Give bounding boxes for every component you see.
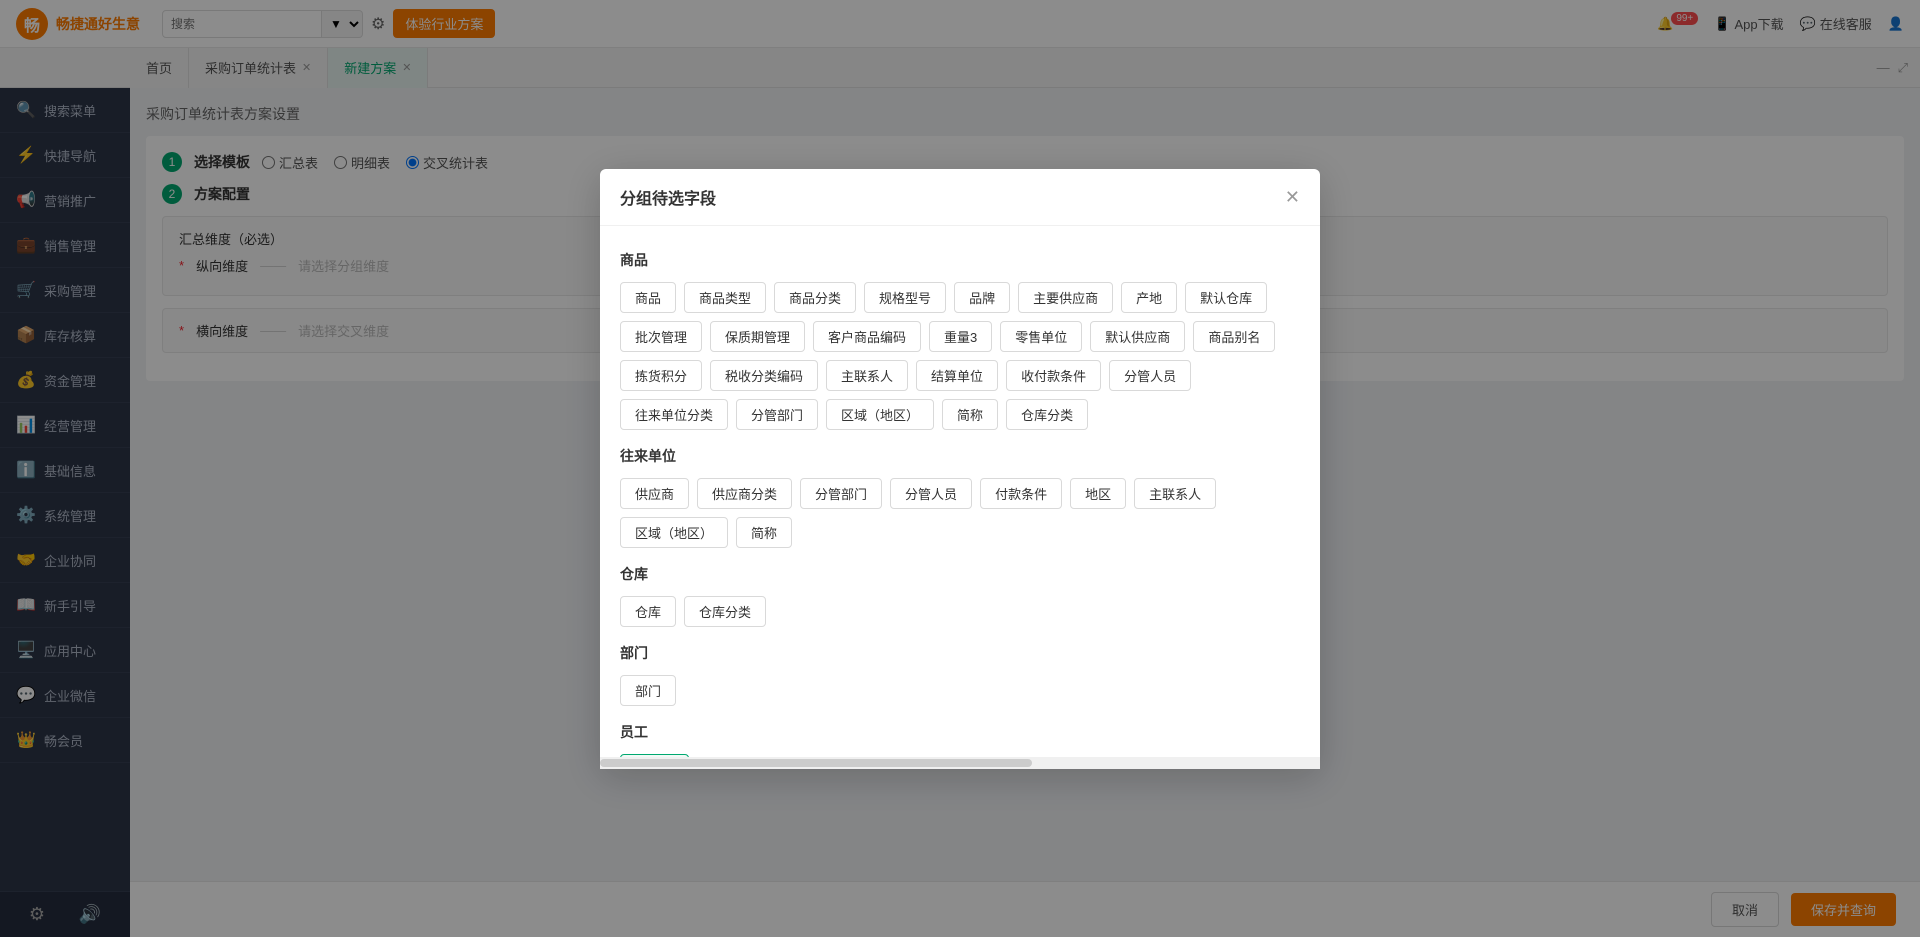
field-tag-short-cp[interactable]: 简称 [736, 517, 792, 548]
field-tag-region-cp[interactable]: 区域（地区） [620, 517, 728, 548]
field-tag-goods-type[interactable]: 商品类型 [684, 282, 766, 313]
field-tag-weight[interactable]: 重量3 [929, 321, 992, 352]
modal-title: 分组待选字段 [620, 185, 716, 209]
field-tag-main-contact2[interactable]: 主联系人 [1134, 478, 1216, 509]
section-title-department: 部门 [620, 643, 1300, 663]
field-tag-counterpart-category[interactable]: 往来单位分类 [620, 399, 728, 430]
modal-hscroll-thumb [600, 759, 1032, 767]
section-title-warehouse: 仓库 [620, 564, 1300, 584]
field-tag-pick-score[interactable]: 拣货积分 [620, 360, 702, 391]
field-tag-brand[interactable]: 品牌 [954, 282, 1010, 313]
field-tag-tax-code[interactable]: 税收分类编码 [710, 360, 818, 391]
field-tag-supplier-cat[interactable]: 供应商分类 [697, 478, 792, 509]
field-tag-dept2[interactable]: 分管部门 [800, 478, 882, 509]
section-title-employee: 员工 [620, 722, 1300, 742]
field-tag-payment-cond[interactable]: 付款条件 [980, 478, 1062, 509]
field-tag-main-contact[interactable]: 主联系人 [826, 360, 908, 391]
field-tag-short-name[interactable]: 简称 [942, 399, 998, 430]
field-tag-goods-category[interactable]: 商品分类 [774, 282, 856, 313]
field-tag-settlement-unit[interactable]: 结算单位 [916, 360, 998, 391]
field-tag-warehouse[interactable]: 仓库 [620, 596, 676, 627]
field-tag-region-goods[interactable]: 区域（地区） [826, 399, 934, 430]
field-tag-dept[interactable]: 分管部门 [736, 399, 818, 430]
field-tag-customer-code[interactable]: 客户商品编码 [813, 321, 921, 352]
section-title-counterpart: 往来单位 [620, 446, 1300, 466]
field-tag-supervisor[interactable]: 分管人员 [1109, 360, 1191, 391]
field-tag-supplier[interactable]: 供应商 [620, 478, 689, 509]
modal-body[interactable]: 商品 商品 商品类型 商品分类 规格型号 品牌 主要供应商 产地 默认仓库 批次… [600, 226, 1320, 757]
field-tag-default-supplier[interactable]: 默认供应商 [1090, 321, 1185, 352]
modal-close-icon[interactable]: ✕ [1285, 188, 1300, 206]
field-tag-area[interactable]: 地区 [1070, 478, 1126, 509]
field-tag-retail-unit[interactable]: 零售单位 [1000, 321, 1082, 352]
modal-hscrollbar[interactable] [600, 757, 1320, 769]
field-tag-alias[interactable]: 商品别名 [1193, 321, 1275, 352]
counterpart-field-grid: 供应商 供应商分类 分管部门 分管人员 付款条件 地区 主联系人 区域（地区） … [620, 478, 1300, 548]
modal-header: 分组待选字段 ✕ [600, 169, 1320, 226]
field-tag-spec[interactable]: 规格型号 [864, 282, 946, 313]
field-tag-expiry[interactable]: 保质期管理 [710, 321, 805, 352]
field-tag-warehouse-cat[interactable]: 仓库分类 [1006, 399, 1088, 430]
section-title-goods: 商品 [620, 250, 1300, 270]
department-field-grid: 部门 [620, 675, 1300, 706]
field-tag-goods[interactable]: 商品 [620, 282, 676, 313]
field-tag-origin[interactable]: 产地 [1121, 282, 1177, 313]
modal: 分组待选字段 ✕ 商品 商品 商品类型 商品分类 规格型号 品牌 主要供应商 产… [600, 169, 1320, 769]
field-tag-main-supplier[interactable]: 主要供应商 [1018, 282, 1113, 313]
field-tag-supervisor2[interactable]: 分管人员 [890, 478, 972, 509]
goods-field-grid: 商品 商品类型 商品分类 规格型号 品牌 主要供应商 产地 默认仓库 批次管理 … [620, 282, 1300, 430]
warehouse-field-grid: 仓库 仓库分类 [620, 596, 1300, 627]
field-tag-default-warehouse[interactable]: 默认仓库 [1185, 282, 1267, 313]
modal-overlay: 分组待选字段 ✕ 商品 商品 商品类型 商品分类 规格型号 品牌 主要供应商 产… [0, 0, 1920, 937]
field-tag-warehouse-category[interactable]: 仓库分类 [684, 596, 766, 627]
field-tag-batch[interactable]: 批次管理 [620, 321, 702, 352]
field-tag-payment-terms[interactable]: 收付款条件 [1006, 360, 1101, 391]
field-tag-department[interactable]: 部门 [620, 675, 676, 706]
